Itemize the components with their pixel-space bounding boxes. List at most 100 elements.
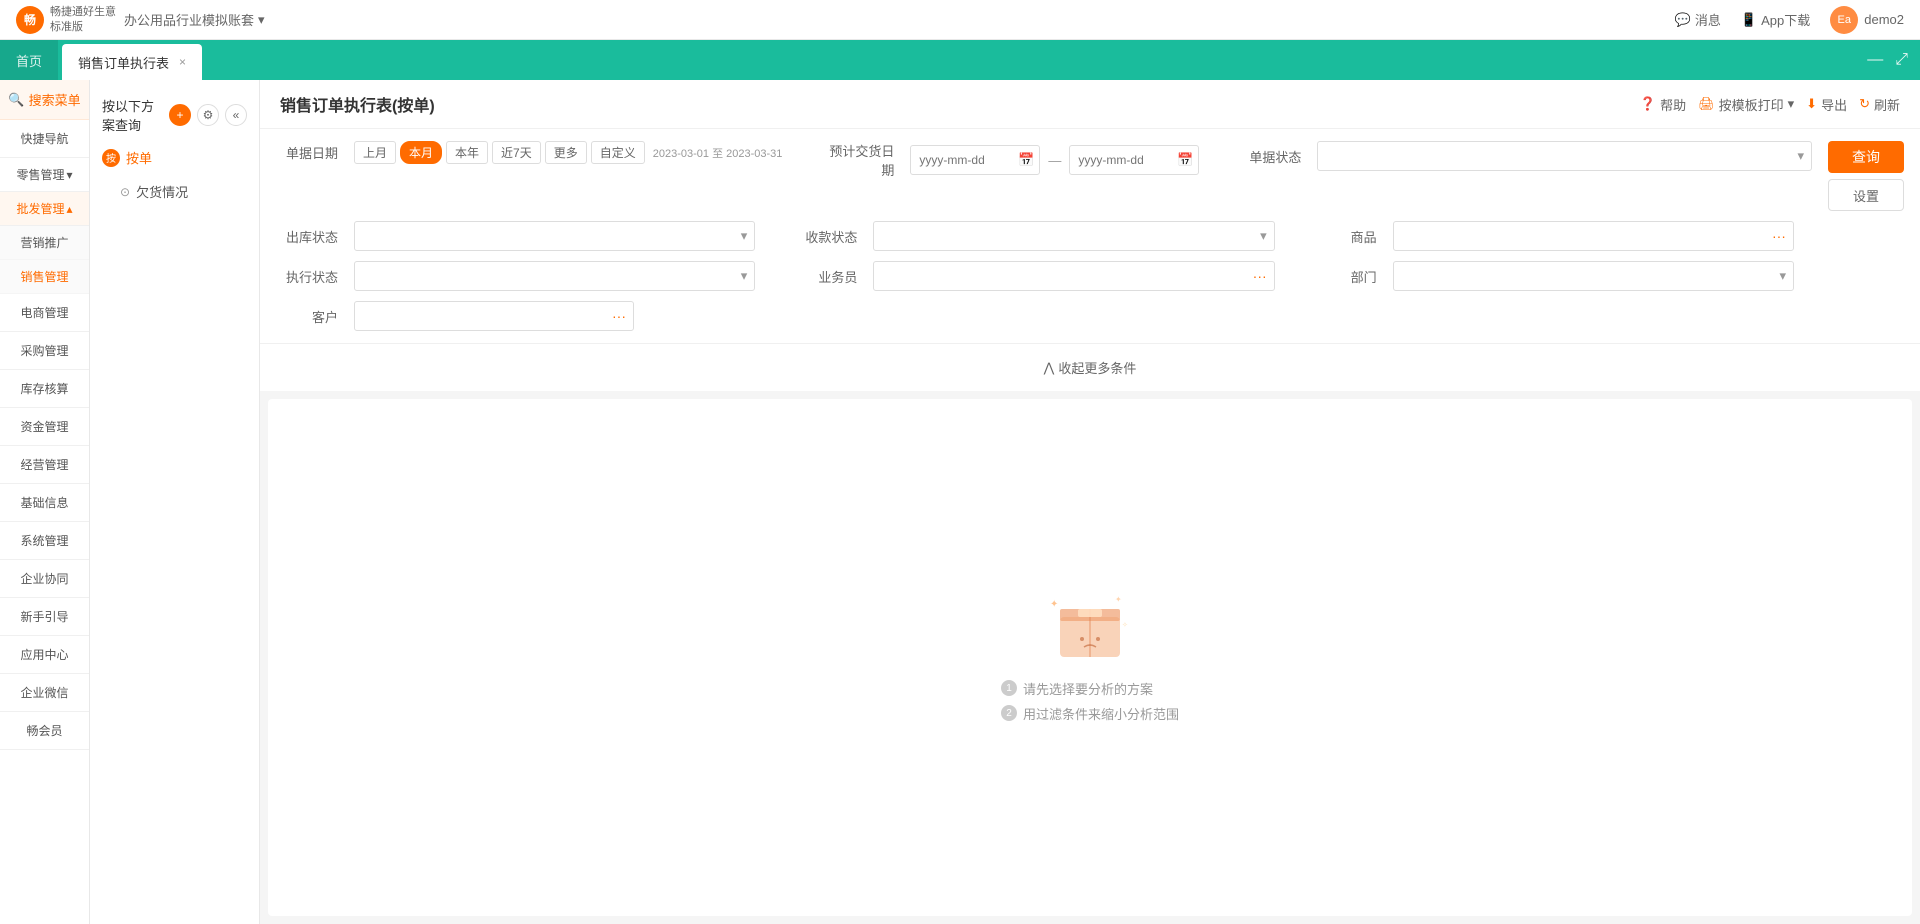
app-download-action[interactable]: 📱 App下载 [1741, 10, 1810, 29]
date-separator: — [1048, 153, 1061, 168]
refresh-btn[interactable]: ↻ 刷新 [1859, 95, 1900, 114]
sidebar-item-zijin[interactable]: 资金管理 [0, 408, 89, 446]
date-btn-more[interactable]: 更多 [545, 141, 587, 164]
collapse-panel-btn[interactable]: « [225, 104, 247, 126]
user-profile[interactable]: Ea demo2 [1830, 6, 1904, 34]
maximize-window-icon[interactable]: ⤢ [1895, 51, 1908, 69]
sidebar-item-pifa[interactable]: 批发管理 ▴ [0, 192, 89, 226]
header-right: 💬 消息 📱 App下载 Ea demo2 [1675, 6, 1904, 34]
svg-text:✦: ✦ [1115, 595, 1122, 604]
content-body: ✦ ✦ ✧ 1 请先选择要分析的方案 [268, 399, 1912, 916]
product-group: 商品 ··· [1315, 221, 1794, 251]
app-download-icon: 📱 [1741, 12, 1757, 28]
empty-state: ✦ ✦ ✧ 1 请先选择要分析的方案 [1001, 587, 1179, 729]
exec-status-label: 执行状态 [276, 267, 346, 286]
help-btn[interactable]: ❓ 帮助 [1640, 95, 1686, 114]
tab-close-btn[interactable]: × [179, 55, 186, 69]
export-btn[interactable]: ⬇ 导出 [1806, 95, 1847, 114]
sidebar-item-kuaijie[interactable]: 快捷导航 [0, 120, 89, 158]
sidebar-item-jingying[interactable]: 经营管理 [0, 446, 89, 484]
date-btn-last7[interactable]: 近7天 [492, 141, 541, 164]
date-btn-this-month[interactable]: 本月 [400, 141, 442, 164]
salesman-input[interactable] [873, 261, 1274, 291]
page-title: 销售订单执行表(按单) [280, 92, 435, 116]
sidebar-item-hui[interactable]: 畅会员 [0, 712, 89, 750]
collapse-btn[interactable]: ⋀ 收起更多条件 [260, 352, 1920, 383]
bill-status-select[interactable] [1317, 141, 1812, 171]
logo-abbr: 畅 [24, 11, 36, 28]
page-inner: 按以下方案查询 + ⚙ « 按 按单 ⊙ 欠货情况 销售订单执行表(按单) [90, 80, 1920, 924]
panel-header: 按以下方案查询 + ⚙ « [90, 90, 259, 140]
svg-text:✦: ✦ [1050, 599, 1058, 610]
refresh-icon: ↻ [1859, 96, 1870, 112]
chevron-up-icon: ▴ [66, 202, 72, 216]
minimize-window-icon[interactable]: — [1867, 51, 1883, 69]
message-action[interactable]: 💬 消息 [1675, 10, 1721, 29]
recv-status-select[interactable] [873, 221, 1274, 251]
salesman-dots-btn[interactable]: ··· [1253, 268, 1267, 284]
salesman-group: 业务员 ··· [795, 261, 1274, 291]
filter-row-3: 执行状态 业务员 ··· 部 [260, 251, 1920, 291]
sidebar-item-xinshou[interactable]: 新手引导 [0, 598, 89, 636]
page-actions: ❓ 帮助 🖨 按模板打印 ▾ ⬇ 导出 ↻ 刷新 [1640, 95, 1900, 114]
date-quick-buttons: 上月 本月 本年 近7天 更多 自定义 [354, 141, 645, 164]
tip-num-2: 2 [1001, 705, 1017, 721]
sidebar-item-xitong[interactable]: 系统管理 [0, 522, 89, 560]
date-btn-this-year[interactable]: 本年 [446, 141, 488, 164]
sidebar-item-qiye[interactable]: 企业协同 [0, 560, 89, 598]
export-icon: ⬇ [1806, 96, 1817, 112]
date-label: 单据日期 [276, 143, 346, 162]
top-header: 畅 畅捷通好生意 标准版 办公用品行业模拟账套 ▾ 💬 消息 📱 App下载 E… [0, 0, 1920, 40]
empty-tip-1: 1 请先选择要分析的方案 [1001, 679, 1179, 698]
sidebar-item-lingshou[interactable]: 零售管理 ▾ [0, 158, 89, 192]
recv-status-wrap [873, 221, 1274, 251]
sidebar-item-yingyong[interactable]: 应用中心 [0, 636, 89, 674]
out-status-select[interactable] [354, 221, 755, 251]
tab-sales-order[interactable]: 销售订单执行表 × [62, 44, 202, 80]
exec-status-select[interactable] [354, 261, 755, 291]
tab-home[interactable]: 首页 [0, 40, 58, 80]
query-button[interactable]: 查询 [1828, 141, 1904, 173]
scheme-icon: 按 [102, 149, 120, 167]
add-scheme-btn[interactable]: + [169, 104, 191, 126]
scheme-item-andan[interactable]: 按 按单 [90, 140, 259, 175]
breadcrumb-dropdown[interactable]: ▾ [258, 12, 265, 28]
sidebar-item-dianshang[interactable]: 电商管理 [0, 294, 89, 332]
expected-date-start-wrap [910, 145, 1040, 175]
customer-dots-btn[interactable]: ··· [612, 308, 626, 324]
product-input[interactable] [1393, 221, 1794, 251]
dept-group: 部门 [1315, 261, 1794, 291]
page-header-row: 销售订单执行表(按单) ❓ 帮助 🖨 按模板打印 ▾ ⬇ 导出 [260, 80, 1920, 129]
customer-input[interactable] [354, 301, 634, 331]
tab-spacer [202, 40, 1855, 80]
recv-status-label: 收款状态 [795, 227, 865, 246]
exec-status-group: 执行状态 [276, 261, 755, 291]
sidebar-item-weixin[interactable]: 企业微信 [0, 674, 89, 712]
out-status-wrap [354, 221, 755, 251]
dept-select[interactable] [1393, 261, 1794, 291]
date-btn-custom[interactable]: 自定义 [591, 141, 645, 164]
sub-scheme-item-quhuo[interactable]: ⊙ 欠货情况 [90, 175, 259, 208]
out-status-label: 出库状态 [276, 227, 346, 246]
sidebar-sub-yingxiao[interactable]: 营销推广 [0, 226, 89, 260]
print-btn[interactable]: 🖨 按模板打印 ▾ [1698, 95, 1794, 114]
bill-status-group: 单据状态 [1239, 141, 1812, 171]
sidebar-sub-xiaoshou[interactable]: 销售管理 [0, 260, 89, 294]
sidebar-item-jichu[interactable]: 基础信息 [0, 484, 89, 522]
left-panel: 按以下方案查询 + ⚙ « 按 按单 ⊙ 欠货情况 [90, 80, 260, 924]
settings-scheme-btn[interactable]: ⚙ [197, 104, 219, 126]
expected-date-end[interactable] [1069, 145, 1199, 175]
date-btn-last-month[interactable]: 上月 [354, 141, 396, 164]
product-dots-btn[interactable]: ··· [1772, 228, 1786, 244]
setting-button[interactable]: 设置 [1828, 179, 1904, 211]
expected-date-start[interactable] [910, 145, 1040, 175]
product-input-wrap: ··· [1393, 221, 1794, 251]
sidebar-item-kucun[interactable]: 库存核算 [0, 370, 89, 408]
customer-input-wrap: ··· [354, 301, 634, 331]
filter-row-1: 单据日期 上月 本月 本年 近7天 更多 自定义 2023-03-01 至 20… [260, 129, 1920, 211]
expected-date-label: 预计交货日期 [822, 141, 902, 179]
sidebar-item-caigou[interactable]: 采购管理 [0, 332, 89, 370]
empty-tips: 1 请先选择要分析的方案 2 用过滤条件来缩小分析范围 [1001, 679, 1179, 729]
chevron-down-icon: ▾ [66, 168, 72, 182]
sidebar-search[interactable]: 🔍 搜索菜单 [0, 80, 89, 120]
